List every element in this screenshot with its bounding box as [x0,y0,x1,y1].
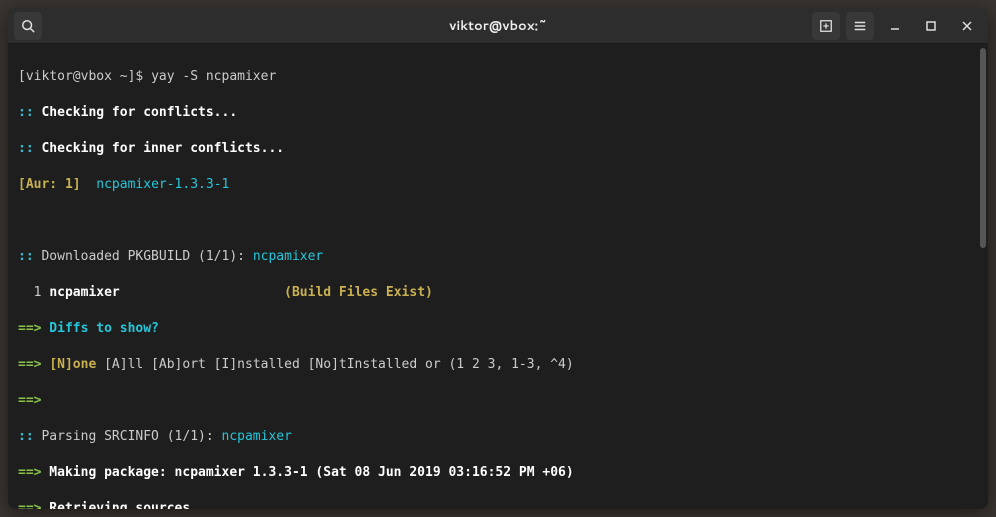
output-text: [A]ll [Ab]ort [I]nstalled [No]tInstalled… [96,357,573,372]
output-text: Parsing SRCINFO (1/1): [34,429,222,444]
new-tab-button[interactable] [812,12,840,40]
maximize-icon [925,20,937,32]
prompt: [viktor@vbox ~]$ [18,69,151,84]
output-text: ncpamixer [253,249,323,264]
close-button[interactable] [952,12,982,40]
output-text: Downloaded PKGBUILD (1/1): [34,249,253,264]
output-text: :: [18,141,34,156]
menu-button[interactable] [846,12,874,40]
search-icon [21,19,35,33]
output-text: ==> [18,357,49,372]
hamburger-icon [853,19,867,33]
output-text: ncpamixer-1.3.3-1 [81,177,230,192]
new-tab-icon [819,19,833,33]
scrollbar[interactable] [980,48,986,248]
terminal-output[interactable]: [viktor@vbox ~]$ yay -S ncpamixer :: Che… [8,44,988,509]
output-text: 1 [18,285,49,300]
close-icon [961,20,973,32]
output-text: ==> [18,393,41,408]
output-text: Checking for inner conflicts... [34,141,284,156]
minimize-button[interactable] [880,12,910,40]
output-text: ==> [18,501,41,509]
output-text: [N]one [49,357,96,372]
output-text: Retrieving sources... [41,501,213,509]
output-text: ==> [18,321,41,336]
minimize-icon [889,20,901,32]
output-text: :: [18,249,34,264]
output-text: ==> [18,465,41,480]
titlebar: viktor@vbox:~ [8,8,988,44]
output-text: :: [18,105,34,120]
output-text: Making package: ncpamixer 1.3.3-1 (Sat 0… [41,465,573,480]
window-title: viktor@vbox:~ [449,17,547,35]
output-text: ncpamixer [222,429,292,444]
output-text: :: [18,429,34,444]
output-text: (Build Files Exist) [284,285,433,300]
output-text: [Aur: 1] [18,177,81,192]
maximize-button[interactable] [916,12,946,40]
output-text: Diffs to show? [41,321,158,336]
command: yay -S ncpamixer [151,69,276,84]
terminal-window: viktor@vbox:~ [viktor@vbox ~]$ yay -S nc… [8,8,988,509]
output-text [120,285,284,300]
output-text: ncpamixer [49,285,119,300]
search-button[interactable] [14,12,42,40]
output-text: Checking for conflicts... [34,105,238,120]
